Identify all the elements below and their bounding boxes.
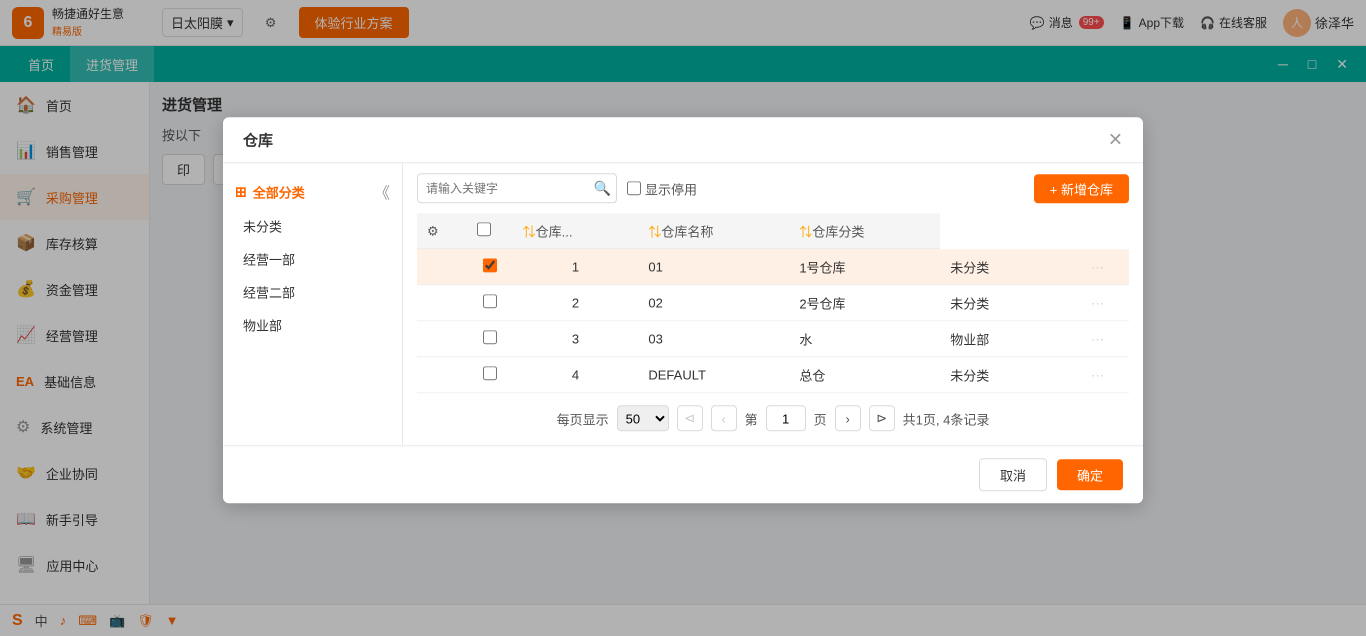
select-all-checkbox[interactable] bbox=[477, 222, 491, 236]
category-panel: ⊞ 全部分类 《 未分类 经营一部 经营二部 物业部 bbox=[223, 163, 403, 445]
table-toolbar: 🔍 显示停用 + 新增仓库 bbox=[417, 173, 1129, 203]
row-category-2: 未分类 bbox=[940, 285, 1066, 321]
sort-icon-category: ⇅ bbox=[799, 224, 812, 239]
row-check-4[interactable] bbox=[467, 357, 512, 393]
row-check-1[interactable] bbox=[467, 249, 512, 285]
row-code-1: 01 bbox=[638, 249, 789, 285]
row-settings-4 bbox=[417, 357, 467, 393]
row-code-3: 03 bbox=[638, 321, 789, 357]
table-row[interactable]: 2 02 2号仓库 未分类 ··· bbox=[417, 285, 1129, 321]
search-input-wrap: 🔍 bbox=[417, 173, 617, 203]
row-name-3: 水 bbox=[789, 321, 940, 357]
row-category-1: 未分类 bbox=[940, 249, 1066, 285]
row-code-4: DEFAULT bbox=[638, 357, 789, 393]
show-disabled-checkbox[interactable] bbox=[627, 181, 641, 195]
row-check-3[interactable] bbox=[467, 321, 512, 357]
table-header-row: ⚙ ⇅仓库... ⇅仓库名称 ⇅仓库分类 bbox=[417, 213, 1129, 249]
next-page-btn[interactable]: › bbox=[835, 405, 861, 431]
row-index-2: 2 bbox=[513, 285, 639, 321]
confirm-button[interactable]: 确定 bbox=[1057, 459, 1123, 490]
table-pagination: 每页显示 10 20 50 100 ⊲ ‹ 第 页 › ⊳ 共1页, 4条记录 bbox=[417, 393, 1129, 435]
row-name-2: 2号仓库 bbox=[789, 285, 940, 321]
row-category-4: 未分类 bbox=[940, 357, 1066, 393]
row-actions-4[interactable]: ··· bbox=[1066, 357, 1129, 393]
modal-footer: 取消 确定 bbox=[223, 445, 1143, 503]
row-index-4: 4 bbox=[513, 357, 639, 393]
sort-icon: ⇅ bbox=[523, 224, 536, 239]
category-item-unclassified[interactable]: 未分类 bbox=[223, 209, 402, 242]
category-item-dept1[interactable]: 经营一部 bbox=[223, 242, 402, 275]
search-icon[interactable]: 🔍 bbox=[594, 180, 611, 197]
row-actions-1[interactable]: ··· bbox=[1066, 249, 1129, 285]
grid-icon: ⊞ bbox=[235, 183, 247, 200]
collapse-category-btn[interactable]: 《 bbox=[374, 179, 390, 203]
row-settings-1 bbox=[417, 249, 467, 285]
category-item-dept2[interactable]: 经营二部 bbox=[223, 275, 402, 308]
warehouse-modal: 仓库 ✕ ⊞ 全部分类 《 未分类 经营一部 经营二部 物业部 bbox=[223, 117, 1143, 503]
th-category[interactable]: ⇅仓库分类 bbox=[789, 213, 940, 249]
table-row[interactable]: 3 03 水 物业部 ··· bbox=[417, 321, 1129, 357]
table-panel: 🔍 显示停用 + 新增仓库 ⚙ ⇅仓库... bbox=[403, 163, 1143, 445]
th-settings: ⚙ bbox=[417, 213, 467, 249]
row-actions-2[interactable]: ··· bbox=[1066, 285, 1129, 321]
modal-body: ⊞ 全部分类 《 未分类 经营一部 经营二部 物业部 🔍 显示停用 bbox=[223, 163, 1143, 445]
row-index-3: 3 bbox=[513, 321, 639, 357]
add-warehouse-btn[interactable]: + 新增仓库 bbox=[1034, 174, 1129, 203]
search-input[interactable] bbox=[417, 173, 617, 203]
warehouse-table: ⚙ ⇅仓库... ⇅仓库名称 ⇅仓库分类 bbox=[417, 213, 1129, 393]
table-row[interactable]: 4 DEFAULT 总仓 未分类 ··· bbox=[417, 357, 1129, 393]
total-info: 共1页, 4条记录 bbox=[903, 409, 990, 428]
th-code[interactable]: ⇅仓库... bbox=[513, 213, 639, 249]
last-page-btn[interactable]: ⊳ bbox=[869, 405, 895, 431]
cancel-button[interactable]: 取消 bbox=[979, 458, 1047, 491]
prev-page-btn[interactable]: ‹ bbox=[711, 405, 737, 431]
th-check bbox=[467, 213, 512, 249]
modal-close-btn[interactable]: ✕ bbox=[1108, 129, 1123, 150]
page-size-select[interactable]: 10 20 50 100 bbox=[617, 405, 669, 431]
row-index-1: 1 bbox=[513, 249, 639, 285]
category-header: ⊞ 全部分类 《 bbox=[223, 173, 402, 209]
row-check-2[interactable] bbox=[467, 285, 512, 321]
modal-title: 仓库 bbox=[243, 129, 273, 150]
first-page-btn[interactable]: ⊲ bbox=[677, 405, 703, 431]
table-row[interactable]: 1 01 1号仓库 未分类 ··· bbox=[417, 249, 1129, 285]
page-label: 第 bbox=[745, 409, 758, 428]
page-suffix: 页 bbox=[814, 409, 827, 428]
sort-icon-name: ⇅ bbox=[648, 224, 661, 239]
row-name-1: 1号仓库 bbox=[789, 249, 940, 285]
row-settings-2 bbox=[417, 285, 467, 321]
show-disabled-text: 显示停用 bbox=[645, 179, 697, 198]
row-actions-3[interactable]: ··· bbox=[1066, 321, 1129, 357]
page-size-label: 每页显示 bbox=[557, 409, 609, 428]
show-disabled-label[interactable]: 显示停用 bbox=[627, 179, 697, 198]
row-name-4: 总仓 bbox=[789, 357, 940, 393]
row-settings-3 bbox=[417, 321, 467, 357]
page-number-input[interactable] bbox=[766, 405, 806, 431]
category-all-btn[interactable]: ⊞ 全部分类 bbox=[235, 182, 305, 201]
th-name[interactable]: ⇅仓库名称 bbox=[638, 213, 789, 249]
category-all-label: 全部分类 bbox=[253, 182, 305, 201]
row-category-3: 物业部 bbox=[940, 321, 1066, 357]
modal-header: 仓库 ✕ bbox=[223, 117, 1143, 163]
category-item-property[interactable]: 物业部 bbox=[223, 308, 402, 341]
row-code-2: 02 bbox=[638, 285, 789, 321]
